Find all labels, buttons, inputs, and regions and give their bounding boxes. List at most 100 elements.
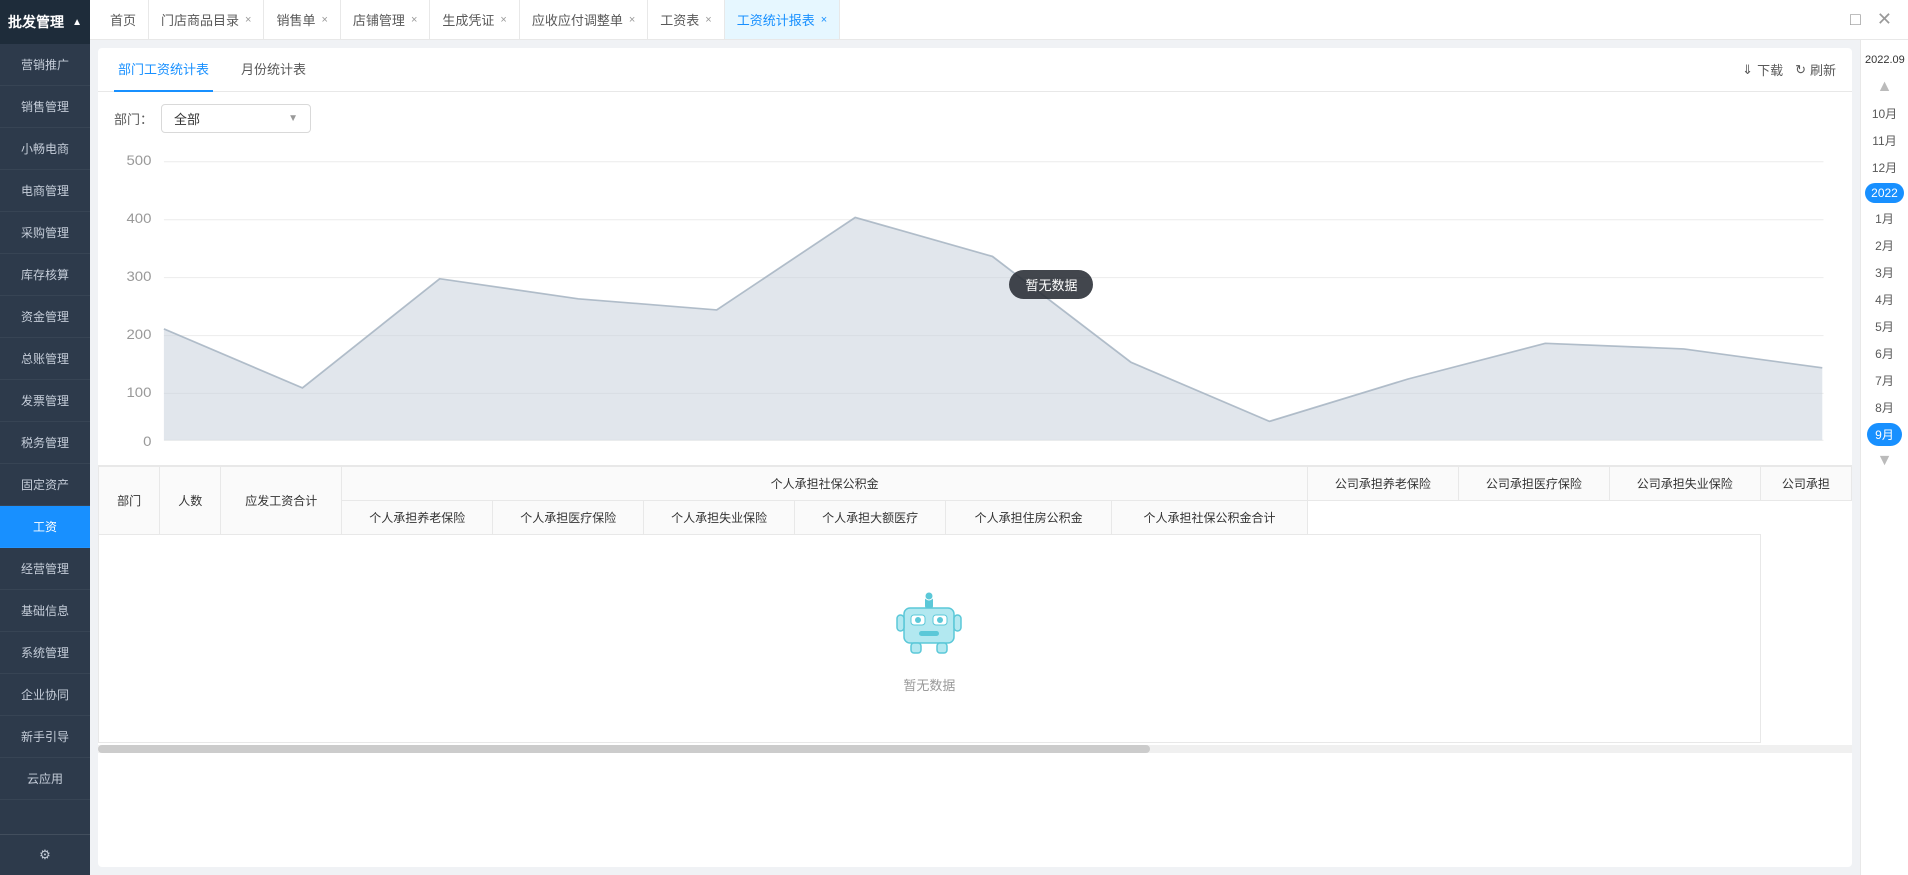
sidebar-item-basic[interactable]: 基础信息 <box>0 590 90 632</box>
sidebar-item-sales[interactable]: 销售管理 <box>0 86 90 128</box>
timeline-item-4[interactable]: 4月 <box>1861 286 1908 313</box>
sidebar-item-payroll[interactable]: 工资 <box>0 506 90 548</box>
sub-tab-bar: 部门工资统计表 月份统计表 ⇓ 下载 ↻ 刷新 <box>98 48 1852 92</box>
sidebar-item-cloud[interactable]: 云应用 <box>0 758 90 800</box>
content-area: 部门工资统计表 月份统计表 ⇓ 下载 ↻ 刷新 <box>90 40 1908 875</box>
sidebar-item-assets[interactable]: 固定资产 <box>0 464 90 506</box>
timeline-item-6[interactable]: 6月 <box>1861 340 1908 367</box>
sidebar-title: 批发管理 <box>8 12 64 32</box>
sidebar-item-ecommerce[interactable]: 电商管理 <box>0 170 90 212</box>
sidebar-item-ecommerce-small[interactable]: 小畅电商 <box>0 128 90 170</box>
col-company-other: 公司承担 <box>1760 467 1851 501</box>
chevron-down-icon: ▼ <box>288 113 298 124</box>
tab-receivable[interactable]: 应收应付调整单 × <box>520 0 648 40</box>
svg-text:200: 200 <box>126 328 151 343</box>
download-button[interactable]: ⇓ 下载 <box>1742 60 1783 79</box>
tab-bar: 首页 门店商品目录 × 销售单 × 店铺管理 × 生成凭证 × 应收应付调整单 … <box>90 0 1908 40</box>
tab-catalog[interactable]: 门店商品目录 × <box>149 0 264 40</box>
sidebar: 批发管理 ▲ 营销推广 销售管理 小畅电商 电商管理 采购管理 库存核算 资金管… <box>0 0 90 875</box>
svg-text:0: 0 <box>143 435 151 450</box>
tab-close-receivable[interactable]: × <box>629 14 635 26</box>
col-personal-total: 个人承担社保公积金合计 <box>1112 501 1308 535</box>
timeline-item-3[interactable]: 3月 <box>1861 259 1908 286</box>
tab-close-sales-order[interactable]: × <box>321 14 327 26</box>
sidebar-item-tax[interactable]: 税务管理 <box>0 422 90 464</box>
sidebar-settings[interactable]: ⚙ <box>0 834 90 875</box>
sub-tab-actions: ⇓ 下载 ↻ 刷新 <box>1742 60 1836 79</box>
window-restore-button[interactable]: □ <box>1846 9 1865 30</box>
sub-tab-month[interactable]: 月份统计表 <box>237 48 310 92</box>
col-personal-big-medical: 个人承担大额医疗 <box>795 501 946 535</box>
col-personal-group: 个人承担社保公积金 <box>342 467 1308 501</box>
download-icon: ⇓ <box>1742 62 1753 78</box>
filter-row: 部门： 全部 ▼ <box>98 92 1852 145</box>
svg-text:500: 500 <box>126 154 151 169</box>
tab-bar-end: □ ✕ <box>1846 9 1900 30</box>
timeline-down-arrow[interactable]: ▼ <box>1873 448 1897 474</box>
svg-text:100: 100 <box>126 386 151 401</box>
timeline-item-2[interactable]: 2月 <box>1861 232 1908 259</box>
col-dept: 部门 <box>99 467 160 535</box>
sidebar-item-system[interactable]: 系统管理 <box>0 632 90 674</box>
sub-tab-dept[interactable]: 部门工资统计表 <box>114 48 213 92</box>
timeline-item-5[interactable]: 5月 <box>1861 313 1908 340</box>
tab-sales-order[interactable]: 销售单 × <box>264 0 340 40</box>
tab-payroll-report[interactable]: 工资统计报表 × <box>725 0 840 40</box>
timeline-item-8[interactable]: 8月 <box>1861 394 1908 421</box>
sidebar-item-guide[interactable]: 新手引导 <box>0 716 90 758</box>
sidebar-header[interactable]: 批发管理 ▲ <box>0 0 90 44</box>
empty-text: 暂无数据 <box>903 675 955 694</box>
timeline-item-11[interactable]: 11月 <box>1861 127 1908 154</box>
tab-close-store-mgmt[interactable]: × <box>411 14 417 26</box>
svg-text:400: 400 <box>126 212 151 227</box>
dept-filter-select[interactable]: 全部 ▼ <box>161 104 311 133</box>
sidebar-item-ledger[interactable]: 总账管理 <box>0 338 90 380</box>
timeline-item-10[interactable]: 10月 <box>1861 100 1908 127</box>
tab-cert[interactable]: 生成凭证 × <box>430 0 519 40</box>
tab-close-cert[interactable]: × <box>500 14 506 26</box>
timeline-item-2022[interactable]: 2022 <box>1865 183 1904 203</box>
sidebar-item-invoice[interactable]: 发票管理 <box>0 380 90 422</box>
tab-close-payroll-report[interactable]: × <box>821 14 827 26</box>
empty-robot-icon <box>889 583 969 663</box>
sidebar-collapse-arrow: ▲ <box>72 17 82 28</box>
timeline-up-arrow[interactable]: ▲ <box>1873 74 1897 100</box>
timeline-item-9[interactable]: 9月 <box>1867 423 1902 446</box>
refresh-icon: ↻ <box>1795 62 1806 78</box>
col-personal-medical: 个人承担医疗保险 <box>493 501 644 535</box>
table-area[interactable]: 部门 人数 应发工资合计 个人承担社保公积金 公司承担养老保险 公司承担医疗保险… <box>98 465 1852 867</box>
refresh-button[interactable]: ↻ 刷新 <box>1795 60 1836 79</box>
sidebar-item-inventory[interactable]: 库存核算 <box>0 254 90 296</box>
timeline-item-7[interactable]: 7月 <box>1861 367 1908 394</box>
sidebar-item-marketing[interactable]: 营销推广 <box>0 44 90 86</box>
empty-state: 暂无数据 <box>111 543 1748 734</box>
tab-close-payroll-table[interactable]: × <box>705 14 711 26</box>
col-company-medical: 公司承担医疗保险 <box>1458 467 1609 501</box>
sidebar-item-finance[interactable]: 资金管理 <box>0 296 90 338</box>
timeline-year-label: 2022.09 <box>1865 54 1905 66</box>
tab-store-mgmt[interactable]: 店铺管理 × <box>341 0 430 40</box>
col-company-pension: 公司承担养老保险 <box>1307 467 1458 501</box>
page-payroll-report: 部门工资统计表 月份统计表 ⇓ 下载 ↻ 刷新 <box>98 48 1852 867</box>
sidebar-item-purchase[interactable]: 采购管理 <box>0 212 90 254</box>
svg-text:300: 300 <box>126 270 151 285</box>
timeline-item-1[interactable]: 1月 <box>1861 205 1908 232</box>
tab-close-catalog[interactable]: × <box>245 14 251 26</box>
col-personal-housing: 个人承担住房公积金 <box>946 501 1112 535</box>
sidebar-item-operation[interactable]: 经营管理 <box>0 548 90 590</box>
dept-filter-label: 部门： <box>114 109 153 128</box>
timeline-panel: 2022.09 × ▲ 10月 11月 12月 2022 1月 2月 3月 4月… <box>1860 40 1908 875</box>
chart-container: 500 400 300 200 100 0 <box>114 145 1836 457</box>
col-personal-pension: 个人承担养老保险 <box>342 501 493 535</box>
tab-home[interactable]: 首页 <box>98 0 149 40</box>
area-chart: 500 400 300 200 100 0 <box>114 145 1836 457</box>
window-close-button[interactable]: ✕ <box>1873 9 1896 30</box>
col-count: 人数 <box>160 467 221 535</box>
empty-state-cell: 暂无数据 <box>99 535 1761 743</box>
col-total-salary: 应发工资合计 <box>221 467 342 535</box>
chart-area: 500 400 300 200 100 0 <box>98 145 1852 465</box>
dept-filter-value: 全部 <box>174 109 200 128</box>
sidebar-item-enterprise[interactable]: 企业协同 <box>0 674 90 716</box>
timeline-item-12[interactable]: 12月 <box>1861 154 1908 181</box>
tab-payroll-table[interactable]: 工资表 × <box>648 0 724 40</box>
